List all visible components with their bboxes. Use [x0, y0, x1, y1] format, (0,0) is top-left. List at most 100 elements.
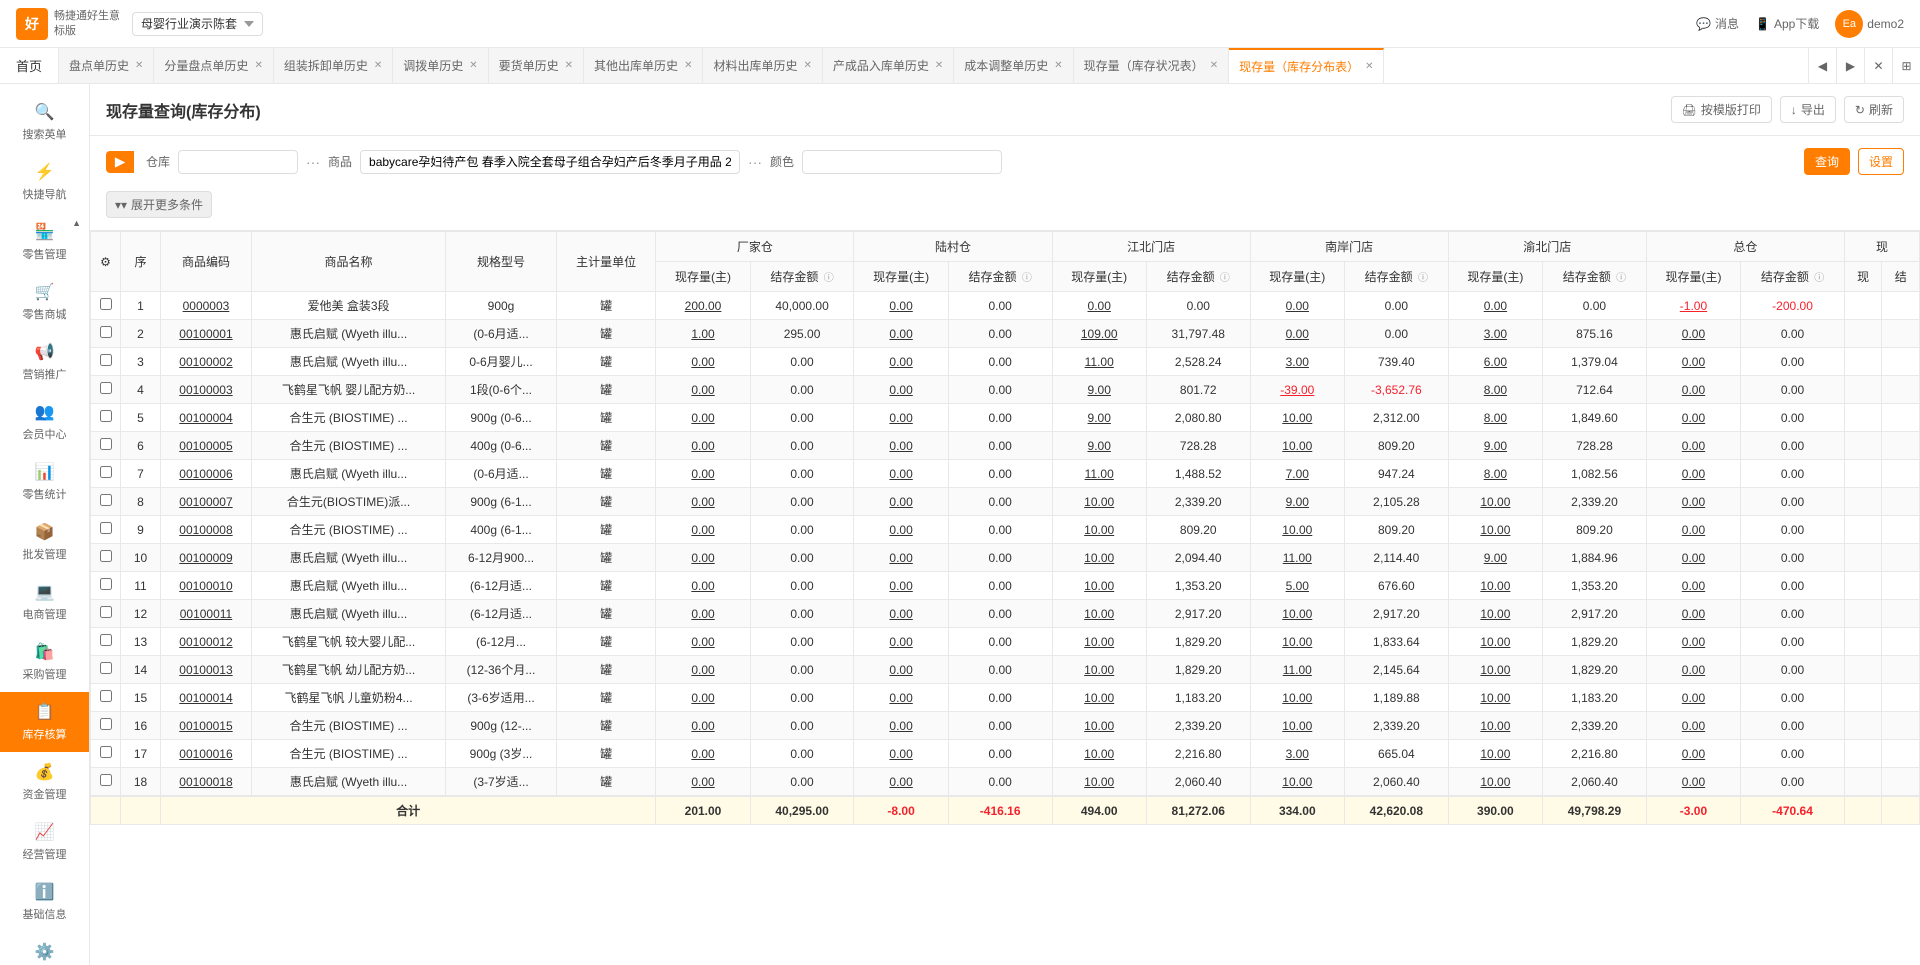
row-code[interactable]: 00100003 [161, 376, 252, 404]
row-c2-qty[interactable]: 0.00 [854, 712, 948, 740]
row-c2-qty[interactable]: 0.00 [854, 292, 948, 320]
sidebar-item-ops[interactable]: 📈 经营管理 [0, 812, 89, 872]
user-area[interactable]: Ea demo2 [1835, 10, 1904, 38]
row-c4-qty[interactable]: 10.00 [1250, 684, 1344, 712]
row-code[interactable]: 00100005 [161, 432, 252, 460]
row-c5-qty[interactable]: 10.00 [1448, 572, 1542, 600]
row-c5-qty[interactable]: 3.00 [1448, 320, 1542, 348]
color-input[interactable] [802, 150, 1002, 174]
row-c1-qty[interactable]: 0.00 [656, 488, 750, 516]
row-total-qty[interactable]: 0.00 [1646, 488, 1740, 516]
goods-dots[interactable]: ··· [748, 154, 762, 170]
row-c2-qty[interactable]: 0.00 [854, 432, 948, 460]
row-total-qty[interactable]: 0.00 [1646, 320, 1740, 348]
row-c3-qty[interactable]: 10.00 [1052, 488, 1146, 516]
tab-nav-next[interactable]: ▶ [1836, 48, 1864, 84]
row-c1-qty[interactable]: 0.00 [656, 712, 750, 740]
tab-item-9[interactable]: 成本调整单历史 ✕ [954, 48, 1073, 84]
row-total-qty[interactable]: 0.00 [1646, 404, 1740, 432]
row-c2-qty[interactable]: 0.00 [854, 628, 948, 656]
row-c3-qty[interactable]: 10.00 [1052, 712, 1146, 740]
row-checkbox[interactable] [91, 292, 121, 320]
table-container[interactable]: ⚙ 序 商品编码 商品名称 规格型号 主计量单位 厂家仓 陆村仓 江北门店 南岸… [90, 231, 1920, 965]
row-c3-qty[interactable]: 11.00 [1052, 460, 1146, 488]
row-c4-qty[interactable]: 10.00 [1250, 404, 1344, 432]
row-checkbox[interactable] [91, 348, 121, 376]
row-c5-qty[interactable]: 0.00 [1448, 292, 1542, 320]
sidebar-item-base[interactable]: ℹ️ 基础信息 [0, 872, 89, 932]
row-checkbox[interactable] [91, 628, 121, 656]
row-c2-qty[interactable]: 0.00 [854, 460, 948, 488]
row-c5-qty[interactable]: 10.00 [1448, 740, 1542, 768]
search-toggle-btn[interactable]: ▶ [106, 151, 134, 173]
row-c5-qty[interactable]: 10.00 [1448, 768, 1542, 797]
tab-item-8[interactable]: 产成品入库单历史 ✕ [823, 48, 954, 84]
row-code[interactable]: 00100016 [161, 740, 252, 768]
store-select[interactable]: 母婴行业演示陈套 [132, 12, 263, 36]
row-code[interactable]: 00100013 [161, 656, 252, 684]
tab-home[interactable]: 首页 [0, 48, 59, 84]
row-checkbox[interactable] [91, 684, 121, 712]
row-checkbox[interactable] [91, 712, 121, 740]
tab-nav-expand[interactable]: ⊞ [1892, 48, 1920, 84]
row-c1-qty[interactable]: 0.00 [656, 404, 750, 432]
row-c4-qty[interactable]: 0.00 [1250, 320, 1344, 348]
tab-close-11[interactable]: ✕ [1365, 61, 1373, 72]
row-code[interactable]: 00100008 [161, 516, 252, 544]
row-c2-qty[interactable]: 0.00 [854, 600, 948, 628]
row-code[interactable]: 0000003 [161, 292, 252, 320]
row-code[interactable]: 00100018 [161, 768, 252, 797]
row-c1-qty[interactable]: 0.00 [656, 432, 750, 460]
tab-close-10[interactable]: ✕ [1210, 60, 1218, 71]
row-c3-qty[interactable]: 9.00 [1052, 404, 1146, 432]
row-c2-qty[interactable]: 0.00 [854, 656, 948, 684]
message-btn[interactable]: 💬 消息 [1696, 15, 1739, 32]
row-c2-qty[interactable]: 0.00 [854, 740, 948, 768]
row-code[interactable]: 00100006 [161, 460, 252, 488]
row-c5-qty[interactable]: 10.00 [1448, 712, 1542, 740]
row-total-qty[interactable]: 0.00 [1646, 376, 1740, 404]
refresh-btn[interactable]: ↻ 刷新 [1844, 96, 1904, 123]
row-c1-qty[interactable]: 0.00 [656, 740, 750, 768]
row-code[interactable]: 00100007 [161, 488, 252, 516]
tab-close-4[interactable]: ✕ [469, 60, 477, 71]
row-total-qty[interactable]: 0.00 [1646, 628, 1740, 656]
col-gear[interactable]: ⚙ [91, 232, 121, 292]
tab-close-2[interactable]: ✕ [254, 60, 262, 71]
row-checkbox[interactable] [91, 460, 121, 488]
row-c2-qty[interactable]: 0.00 [854, 376, 948, 404]
row-total-qty[interactable]: 0.00 [1646, 768, 1740, 797]
row-c1-qty[interactable]: 0.00 [656, 684, 750, 712]
tab-nav-prev[interactable]: ◀ [1808, 48, 1836, 84]
row-checkbox[interactable] [91, 516, 121, 544]
sidebar-item-system[interactable]: ⚙️ 系统管理 [0, 932, 89, 965]
row-c4-qty[interactable]: -39.00 [1250, 376, 1344, 404]
row-total-qty[interactable]: 0.00 [1646, 684, 1740, 712]
row-c4-qty[interactable]: 3.00 [1250, 740, 1344, 768]
row-c2-qty[interactable]: 0.00 [854, 516, 948, 544]
row-checkbox[interactable] [91, 740, 121, 768]
sidebar-item-finance[interactable]: 💰 资金管理 [0, 752, 89, 812]
tab-close-3[interactable]: ✕ [374, 60, 382, 71]
row-c2-qty[interactable]: 0.00 [854, 684, 948, 712]
row-c3-qty[interactable]: 10.00 [1052, 740, 1146, 768]
tab-nav-close[interactable]: ✕ [1864, 48, 1892, 84]
row-code[interactable]: 00100012 [161, 628, 252, 656]
row-c1-qty[interactable]: 0.00 [656, 376, 750, 404]
row-c5-qty[interactable]: 10.00 [1448, 516, 1542, 544]
row-c4-qty[interactable]: 10.00 [1250, 600, 1344, 628]
row-c4-qty[interactable]: 9.00 [1250, 488, 1344, 516]
row-c5-qty[interactable]: 10.00 [1448, 488, 1542, 516]
warehouse-dots[interactable]: ··· [306, 154, 320, 170]
row-c4-qty[interactable]: 0.00 [1250, 292, 1344, 320]
row-checkbox[interactable] [91, 572, 121, 600]
row-code[interactable]: 00100010 [161, 572, 252, 600]
row-c2-qty[interactable]: 0.00 [854, 404, 948, 432]
row-c1-qty[interactable]: 200.00 [656, 292, 750, 320]
row-c3-qty[interactable]: 10.00 [1052, 516, 1146, 544]
tab-close-1[interactable]: ✕ [135, 60, 143, 71]
row-c1-qty[interactable]: 0.00 [656, 656, 750, 684]
row-c3-qty[interactable]: 9.00 [1052, 432, 1146, 460]
row-c3-qty[interactable]: 11.00 [1052, 348, 1146, 376]
row-c4-qty[interactable]: 3.00 [1250, 348, 1344, 376]
